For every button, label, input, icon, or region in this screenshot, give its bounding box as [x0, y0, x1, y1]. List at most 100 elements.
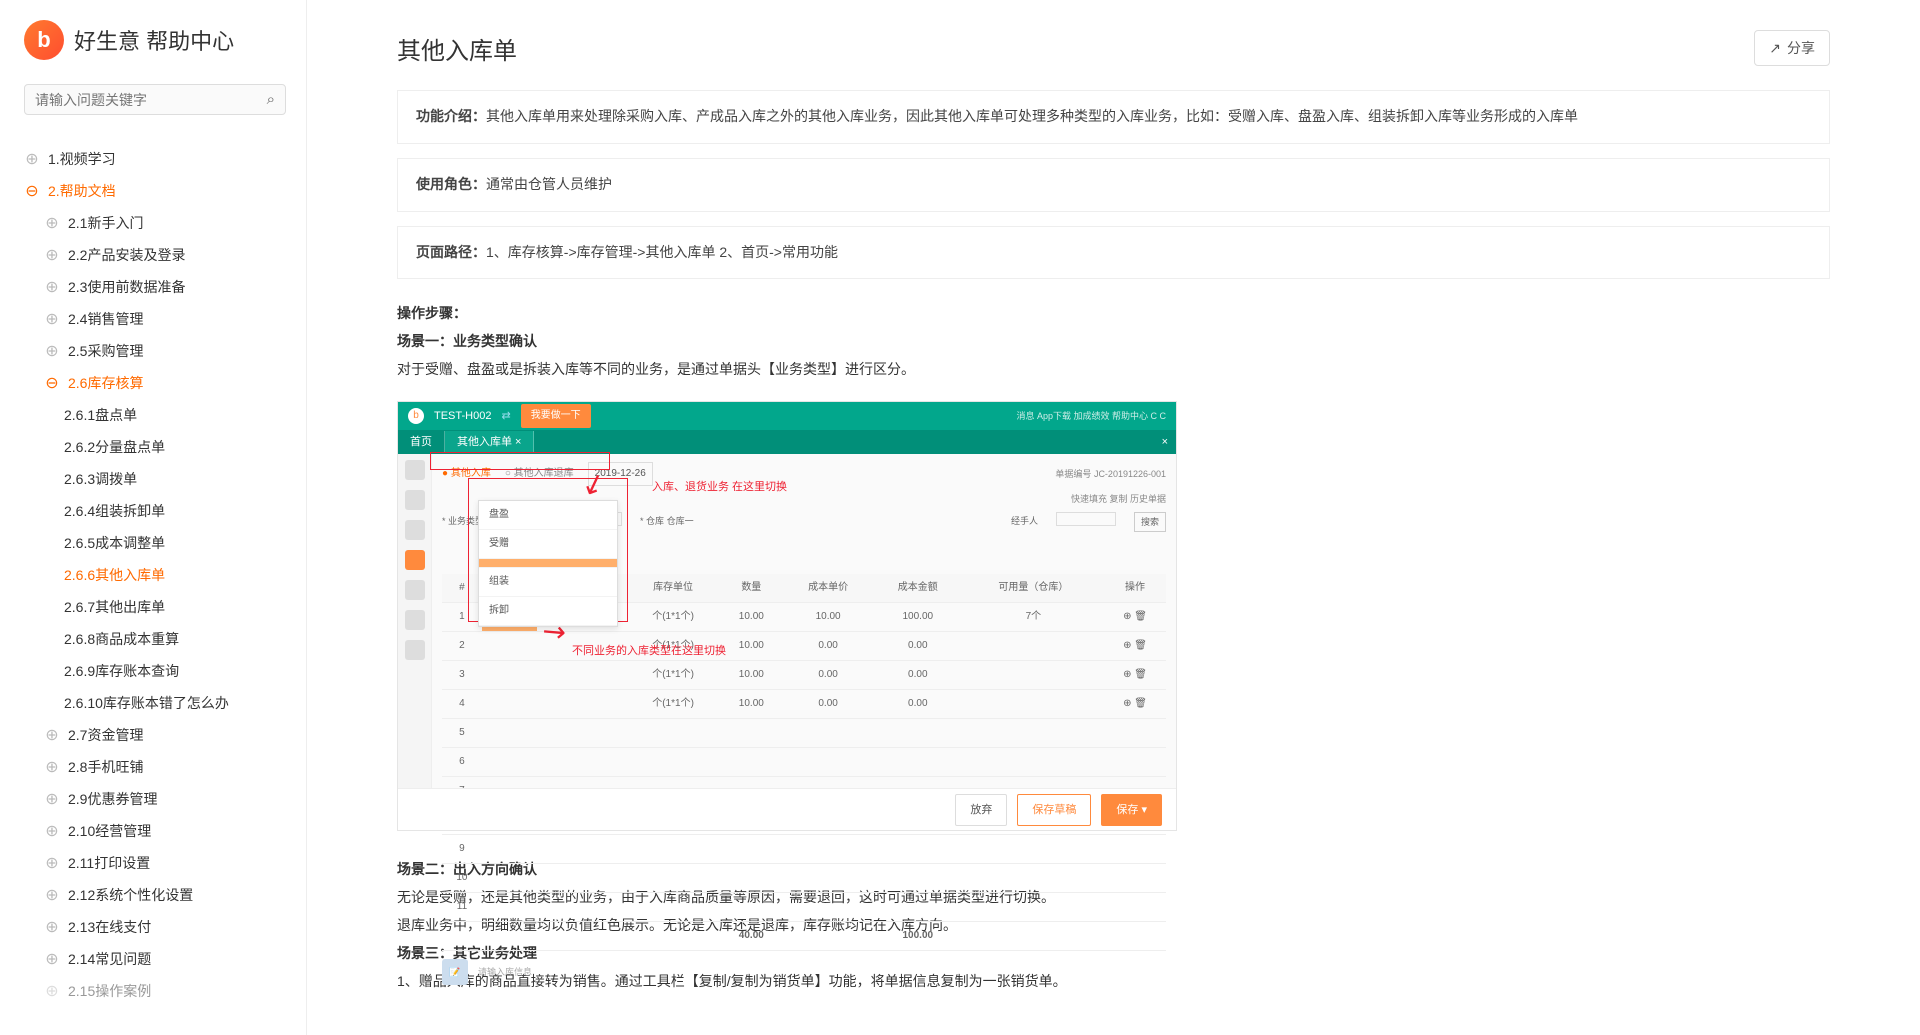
share-label: 分享	[1787, 38, 1815, 58]
nav-2-6[interactable]: ⊖2.6库存核算	[24, 367, 286, 399]
plus-icon: ⊕	[44, 311, 60, 327]
nav-2-2[interactable]: ⊕2.2产品安装及登录	[24, 239, 286, 271]
sidebar: b 好生意 帮助中心 ⌕ ⊕1.视频学习 ⊖2.帮助文档 ⊕2.1新手入门 ⊕2…	[0, 0, 307, 1035]
sp-rail-icon	[405, 580, 425, 600]
sp-top-links: 消息 App下载 加成绩效 帮助中心 C C	[1016, 407, 1166, 425]
table-row: 3个(1*1个)10.000.000.00⊕ 🗑	[442, 661, 1166, 690]
sp-tab-current: 其他入库单 ×	[445, 431, 534, 453]
search-input[interactable]	[35, 92, 267, 108]
sp-rail-icon	[405, 520, 425, 540]
th-op: 操作	[1104, 574, 1166, 603]
nav-label: 2.6.6其他入库单	[64, 565, 165, 585]
search-icon[interactable]: ⌕	[267, 91, 275, 108]
logo-row: b 好生意 帮助中心	[24, 20, 286, 60]
nav-label: 2.1新手入门	[68, 213, 143, 233]
nav-2-6-9[interactable]: 2.6.9库存账本查询	[24, 655, 286, 687]
annotation-text-2: 不同业务的入库类型在这里切换	[572, 640, 726, 662]
nav-2-5[interactable]: ⊕2.5采购管理	[24, 335, 286, 367]
nav-2-6-1[interactable]: 2.6.1盘点单	[24, 399, 286, 431]
nav-2-4[interactable]: ⊕ 2.4销售管理	[24, 303, 286, 335]
nav-label: 2.6库存核算	[68, 373, 143, 393]
role-box: 使用角色：通常由仓管人员维护	[397, 158, 1830, 212]
sp-btn-draft: 保存草稿	[1017, 794, 1091, 826]
nav-label: 2.10经营管理	[68, 821, 151, 841]
annotation-text-1: 入库、退货业务 在这里切换	[652, 476, 787, 498]
nav-2-6-10[interactable]: 2.6.10库存账本错了怎么办	[24, 687, 286, 719]
plus-icon: ⊕	[44, 727, 60, 743]
plus-icon: ⊕	[44, 759, 60, 775]
nav-2-9[interactable]: ⊕2.9优惠券管理	[24, 783, 286, 815]
scene1-title: 场景一：业务类型确认	[397, 327, 1830, 355]
nav-label: 2.7资金管理	[68, 725, 143, 745]
table-row: 9	[442, 835, 1166, 864]
sp-docno: JC-20191226-001	[1094, 469, 1166, 479]
share-icon: ↗	[1769, 40, 1781, 57]
steps-title: 操作步骤：	[397, 299, 1830, 327]
plus-icon: ⊕	[44, 887, 60, 903]
nav-2-1[interactable]: ⊕2.1新手入门	[24, 207, 286, 239]
nav-2-6-5[interactable]: 2.6.5成本调整单	[24, 527, 286, 559]
role-text: 通常由仓管人员维护	[486, 176, 612, 192]
main-content: 其他入库单 ↗ 分享 功能介绍：其他入库单用来处理除采购入库、产成品入库之外的其…	[307, 0, 1920, 1035]
sp-label-wh: 仓库	[646, 516, 664, 526]
scene1-body: 对于受赠、盘盈或是拆装入库等不同的业务，是通过单据头【业务类型】进行区分。	[397, 355, 1830, 383]
share-button[interactable]: ↗ 分享	[1754, 30, 1830, 66]
nav-label: 2.4销售管理	[68, 309, 143, 329]
sp-dd-opt-selected	[479, 559, 617, 568]
nav-2-10[interactable]: ⊕ 2.10经营管理	[24, 815, 286, 847]
path-box: 页面路径：1、库存核算->库存管理->其他入库单 2、首页->常用功能	[397, 226, 1830, 280]
th-amount: 成本金额	[873, 574, 963, 603]
table-row: 10	[442, 864, 1166, 893]
sp-left-rail	[398, 454, 432, 788]
nav-2-6-4[interactable]: 2.6.4组装拆卸单	[24, 495, 286, 527]
search-box[interactable]: ⌕	[24, 84, 286, 115]
plus-icon: ⊕	[44, 919, 60, 935]
sp-tabbar: 首页 其他入库单 × ×	[398, 430, 1176, 454]
nav-2-12[interactable]: ⊕2.12系统个性化设置	[24, 879, 286, 911]
sp-remark-icon: 📝	[442, 959, 468, 985]
plus-icon: ⊕	[44, 823, 60, 839]
nav-2-6-7[interactable]: 2.6.7其他出库单	[24, 591, 286, 623]
sp-rail-icon	[405, 610, 425, 630]
nav-label: 2.13在线支付	[68, 917, 151, 937]
nav-label: 2.6.9库存账本查询	[64, 661, 179, 681]
nav-2-6-6[interactable]: 2.6.6其他入库单	[24, 559, 286, 591]
nav-label: 2.14常见问题	[68, 949, 151, 969]
th-qty: 数量	[719, 574, 783, 603]
nav-label: 1.视频学习	[48, 149, 116, 169]
nav-2-6-3[interactable]: 2.6.3调拨单	[24, 463, 286, 495]
nav-label: 2.6.7其他出库单	[64, 597, 165, 617]
table-row: 4个(1*1个)10.000.000.00⊕ 🗑	[442, 690, 1166, 719]
nav-2-6-2[interactable]: 2.6.2分量盘点单	[24, 431, 286, 463]
nav-2-8[interactable]: ⊕2.8手机旺铺	[24, 751, 286, 783]
plus-icon: ⊕	[44, 279, 60, 295]
nav-2-15[interactable]: ⊕2.15操作案例	[24, 975, 286, 1007]
nav-2-13[interactable]: ⊕ 2.13在线支付	[24, 911, 286, 943]
nav-2-11[interactable]: ⊕ 2.11打印设置	[24, 847, 286, 879]
intro-text: 其他入库单用来处理除采购入库、产成品入库之外的其他入库业务，因此其他入库单可处理…	[486, 108, 1578, 124]
nav-2-6-8[interactable]: 2.6.8商品成本重算	[24, 623, 286, 655]
nav-2-3[interactable]: ⊕2.3使用前数据准备	[24, 271, 286, 303]
sp-dropdown: 盘盈 受赠 组装 拆卸	[478, 500, 618, 627]
sp-switch-icon: ⇄	[501, 405, 510, 427]
nav-label: 2.6.4组装拆卸单	[64, 501, 165, 521]
sp-account: TEST-H002	[434, 405, 491, 427]
sp-btn-discard: 放弃	[955, 794, 1007, 826]
intro-box: 功能介绍：其他入库单用来处理除采购入库、产成品入库之外的其他入库业务，因此其他入…	[397, 90, 1830, 144]
sp-footer: 放弃 保存草稿 保存 ▾	[398, 788, 1176, 830]
table-row: 6	[442, 748, 1166, 777]
nav-video-learning[interactable]: ⊕1.视频学习	[24, 143, 286, 175]
nav-2-7[interactable]: ⊕ 2.7资金管理	[24, 719, 286, 751]
th-avail: 可用量（仓库）	[963, 574, 1104, 603]
th-price: 成本单价	[783, 574, 873, 603]
sp-right-panel: ● 其他入库 ○ 其他入库退库 2019-12-26 单据编号 JC-20191…	[432, 454, 1176, 788]
sp-topbar: b TEST-H002 ⇄ 我要做一下 消息 App下载 加成绩效 帮助中心 C…	[398, 402, 1176, 430]
plus-icon: ⊕	[44, 855, 60, 871]
minus-icon: ⊖	[24, 183, 40, 199]
nav-help-docs[interactable]: ⊖2.帮助文档	[24, 175, 286, 207]
plus-icon: ⊕	[44, 791, 60, 807]
nav-label: 2.11打印设置	[68, 853, 150, 873]
sp-dd-opt: 盘盈	[479, 501, 617, 530]
nav-label: 2.6.3调拨单	[64, 469, 137, 489]
nav-2-14[interactable]: ⊕2.14常见问题	[24, 943, 286, 975]
